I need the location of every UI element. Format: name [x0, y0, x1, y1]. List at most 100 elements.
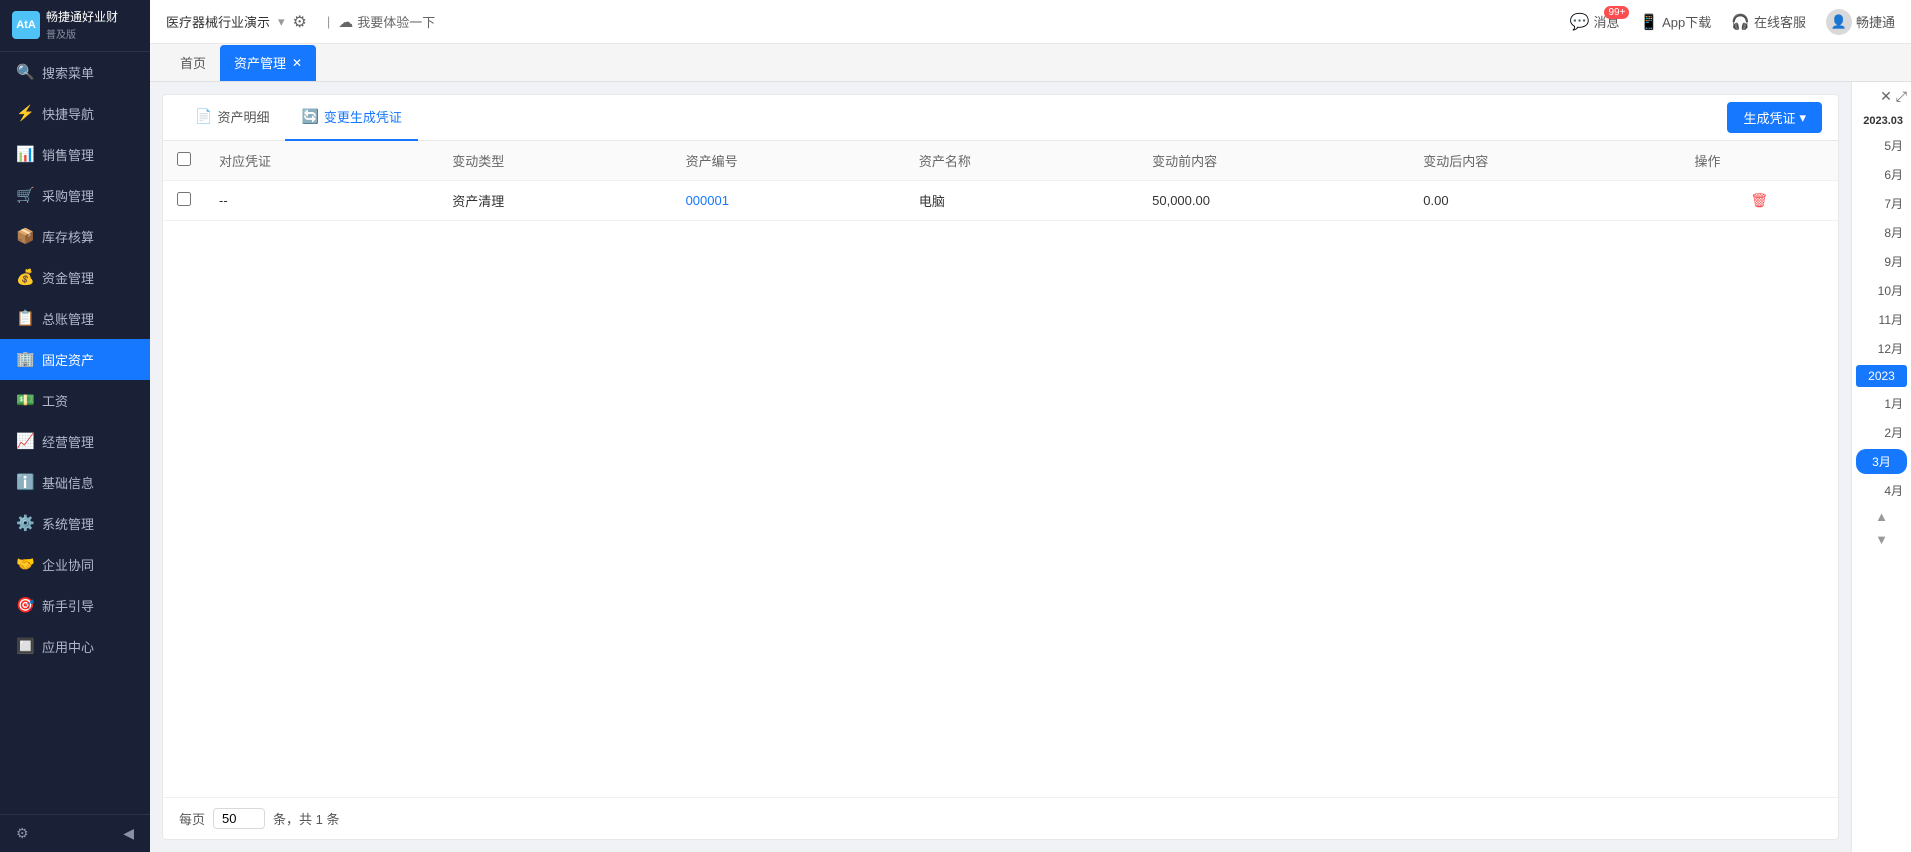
company-settings-icon[interactable]: ⚙	[293, 12, 307, 32]
sidebar: AtA 畅捷通好业财 普及版 🔍 搜索菜单 ⚡ 快捷导航 📊 销售管理 🛒 采购…	[0, 0, 150, 852]
data-table: 对应凭证 变动类型 资产编号 资产名称	[163, 141, 1838, 221]
generate-voucher-button[interactable]: 生成凭证 ▾	[1727, 102, 1822, 133]
home-tab-label: 首页	[180, 53, 206, 72]
sidebar-item-finance[interactable]: 💰 资金管理	[0, 257, 150, 298]
settings-bottom-icon[interactable]: ⚙	[16, 825, 29, 842]
row-asset-no[interactable]: 000001	[672, 181, 905, 221]
app-version: 普及版	[46, 26, 118, 41]
sidebar-item-ledger[interactable]: 📋 总账管理	[0, 298, 150, 339]
row-before: 50,000.00	[1138, 181, 1409, 221]
sidebar-item-operation[interactable]: 📈 经营管理	[0, 421, 150, 462]
row-checkbox-cell	[163, 181, 205, 221]
timeline-month-11[interactable]: 11月	[1852, 305, 1911, 334]
system-icon: ⚙️	[16, 514, 34, 532]
subtab-left: 📄 资产明细 🔄 变更生成凭证	[179, 95, 418, 141]
sidebar-label-guide: 新手引导	[42, 596, 94, 615]
tab-close-icon[interactable]: ✕	[292, 56, 302, 70]
basic-icon: ℹ️	[16, 473, 34, 491]
inventory-icon: 📦	[16, 227, 34, 245]
timeline-month-7[interactable]: 7月	[1852, 189, 1911, 218]
sidebar-item-guide[interactable]: 🎯 新手引导	[0, 585, 150, 626]
message-badge: 99+	[1604, 6, 1629, 19]
sidebar-label-collab: 企业协同	[42, 555, 94, 574]
timeline-current-period: 2023.03	[1852, 111, 1911, 131]
th-after: 变动后内容	[1409, 141, 1680, 181]
experience-icon: ☁	[338, 13, 353, 31]
support-label: 在线客服	[1754, 12, 1806, 31]
sidebar-label-operation: 经营管理	[42, 432, 94, 451]
generate-voucher-icon: 🔄	[301, 108, 318, 125]
sidebar-menu: 🔍 搜索菜单 ⚡ 快捷导航 📊 销售管理 🛒 采购管理 📦 库存核算 💰 资金管…	[0, 52, 150, 814]
sidebar-item-inventory[interactable]: 📦 库存核算	[0, 216, 150, 257]
tab-home[interactable]: 首页	[166, 45, 220, 81]
generate-btn-dropdown-icon: ▾	[1799, 110, 1806, 126]
th-voucher: 对应凭证	[205, 141, 438, 181]
sidebar-item-basic[interactable]: ℹ️ 基础信息	[0, 462, 150, 503]
row-actions: 🗑	[1680, 181, 1838, 221]
subtab-generate-voucher[interactable]: 🔄 变更生成凭证	[285, 95, 417, 141]
sidebar-item-sales[interactable]: 📊 销售管理	[0, 134, 150, 175]
timeline-month-4[interactable]: 4月	[1852, 476, 1911, 505]
finance-icon: 💰	[16, 268, 34, 286]
timeline-panel: ✕ ⤢ 2023.03 5月 6月 7月 8月 9月 10月 11月 12月 2…	[1851, 82, 1911, 852]
sidebar-item-apps[interactable]: 🔲 应用中心	[0, 626, 150, 667]
sidebar-item-salary[interactable]: 💵 工资	[0, 380, 150, 421]
sidebar-label-finance: 资金管理	[42, 268, 94, 287]
delete-row-icon[interactable]: 🗑	[1750, 192, 1768, 208]
th-actions: 操作	[1680, 141, 1838, 181]
salary-icon: 💵	[16, 391, 34, 409]
tab-asset-management[interactable]: 资产管理 ✕	[220, 45, 316, 81]
timeline-month-3-active[interactable]: 3月	[1856, 449, 1907, 474]
app-download-btn[interactable]: 📱 App下载	[1639, 12, 1711, 31]
select-all-checkbox[interactable]	[177, 152, 191, 166]
collapse-icon[interactable]: ◀	[123, 825, 134, 842]
subtab-asset-detail-label: 资产明细	[217, 107, 269, 126]
sidebar-item-quicknav[interactable]: ⚡ 快捷导航	[0, 93, 150, 134]
user-menu[interactable]: 👤 畅捷通	[1826, 9, 1895, 35]
experience-btn[interactable]: ☁ 我要体验一下	[338, 12, 435, 31]
fixed-assets-icon: 🏢	[16, 350, 34, 368]
timeline-month-8[interactable]: 8月	[1852, 218, 1911, 247]
apps-icon: 🔲	[16, 637, 34, 655]
timeline-nav-up[interactable]: ▲	[1852, 505, 1911, 528]
row-change-type: 资产清理	[438, 181, 671, 221]
sidebar-item-search[interactable]: 🔍 搜索菜单	[0, 52, 150, 93]
generate-btn-label: 生成凭证	[1743, 108, 1795, 127]
timeline-month-12[interactable]: 12月	[1852, 334, 1911, 363]
content-area: 📄 资产明细 🔄 变更生成凭证 生成凭证 ▾	[150, 82, 1911, 852]
timeline-month-5[interactable]: 5月	[1852, 131, 1911, 160]
search-icon: 🔍	[16, 63, 34, 81]
sidebar-item-purchase[interactable]: 🛒 采购管理	[0, 175, 150, 216]
timeline-month-6[interactable]: 6月	[1852, 160, 1911, 189]
sidebar-item-collab[interactable]: 🤝 企业协同	[0, 544, 150, 585]
timeline-month-1[interactable]: 1月	[1852, 389, 1911, 418]
collab-icon: 🤝	[16, 555, 34, 573]
total-text: 条，共 1 条	[273, 809, 339, 828]
sidebar-label-quicknav: 快捷导航	[42, 104, 94, 123]
sidebar-item-system[interactable]: ⚙️ 系统管理	[0, 503, 150, 544]
sidebar-label-purchase: 采购管理	[42, 186, 94, 205]
table-header: 对应凭证 变动类型 资产编号 资产名称	[163, 141, 1838, 181]
subtab-asset-detail[interactable]: 📄 资产明细	[179, 95, 285, 141]
user-avatar: 👤	[1826, 9, 1852, 35]
per-page-label: 每页	[179, 809, 205, 828]
timeline-nav-down[interactable]: ▼	[1852, 528, 1911, 551]
sidebar-label-sales: 销售管理	[42, 145, 94, 164]
support-btn[interactable]: 🎧 在线客服	[1731, 12, 1806, 31]
sidebar-label-search: 搜索菜单	[42, 63, 94, 82]
timeline-close-btn[interactable]: ✕	[1880, 88, 1892, 105]
timeline-scroll: 5月 6月 7月 8月 9月 10月 11月 12月 2023 1月 2月 3月…	[1852, 131, 1911, 852]
row-after: 0.00	[1409, 181, 1680, 221]
timeline-expand-btn[interactable]: ⤢	[1896, 88, 1907, 105]
message-btn[interactable]: 💬 消息 99+	[1570, 12, 1620, 32]
company-name: 医疗器械行业演示	[166, 12, 270, 31]
sidebar-label-system: 系统管理	[42, 514, 94, 533]
sidebar-item-fixed-assets[interactable]: 🏢 固定资产	[0, 339, 150, 380]
timeline-month-2[interactable]: 2月	[1852, 418, 1911, 447]
timeline-month-10[interactable]: 10月	[1852, 276, 1911, 305]
company-dropdown-icon[interactable]: ▾	[278, 14, 285, 30]
timeline-year-2023[interactable]: 2023	[1856, 365, 1907, 387]
timeline-month-9[interactable]: 9月	[1852, 247, 1911, 276]
per-page-select[interactable]: 50 10 20 100	[213, 808, 265, 829]
row-checkbox[interactable]	[177, 192, 191, 206]
